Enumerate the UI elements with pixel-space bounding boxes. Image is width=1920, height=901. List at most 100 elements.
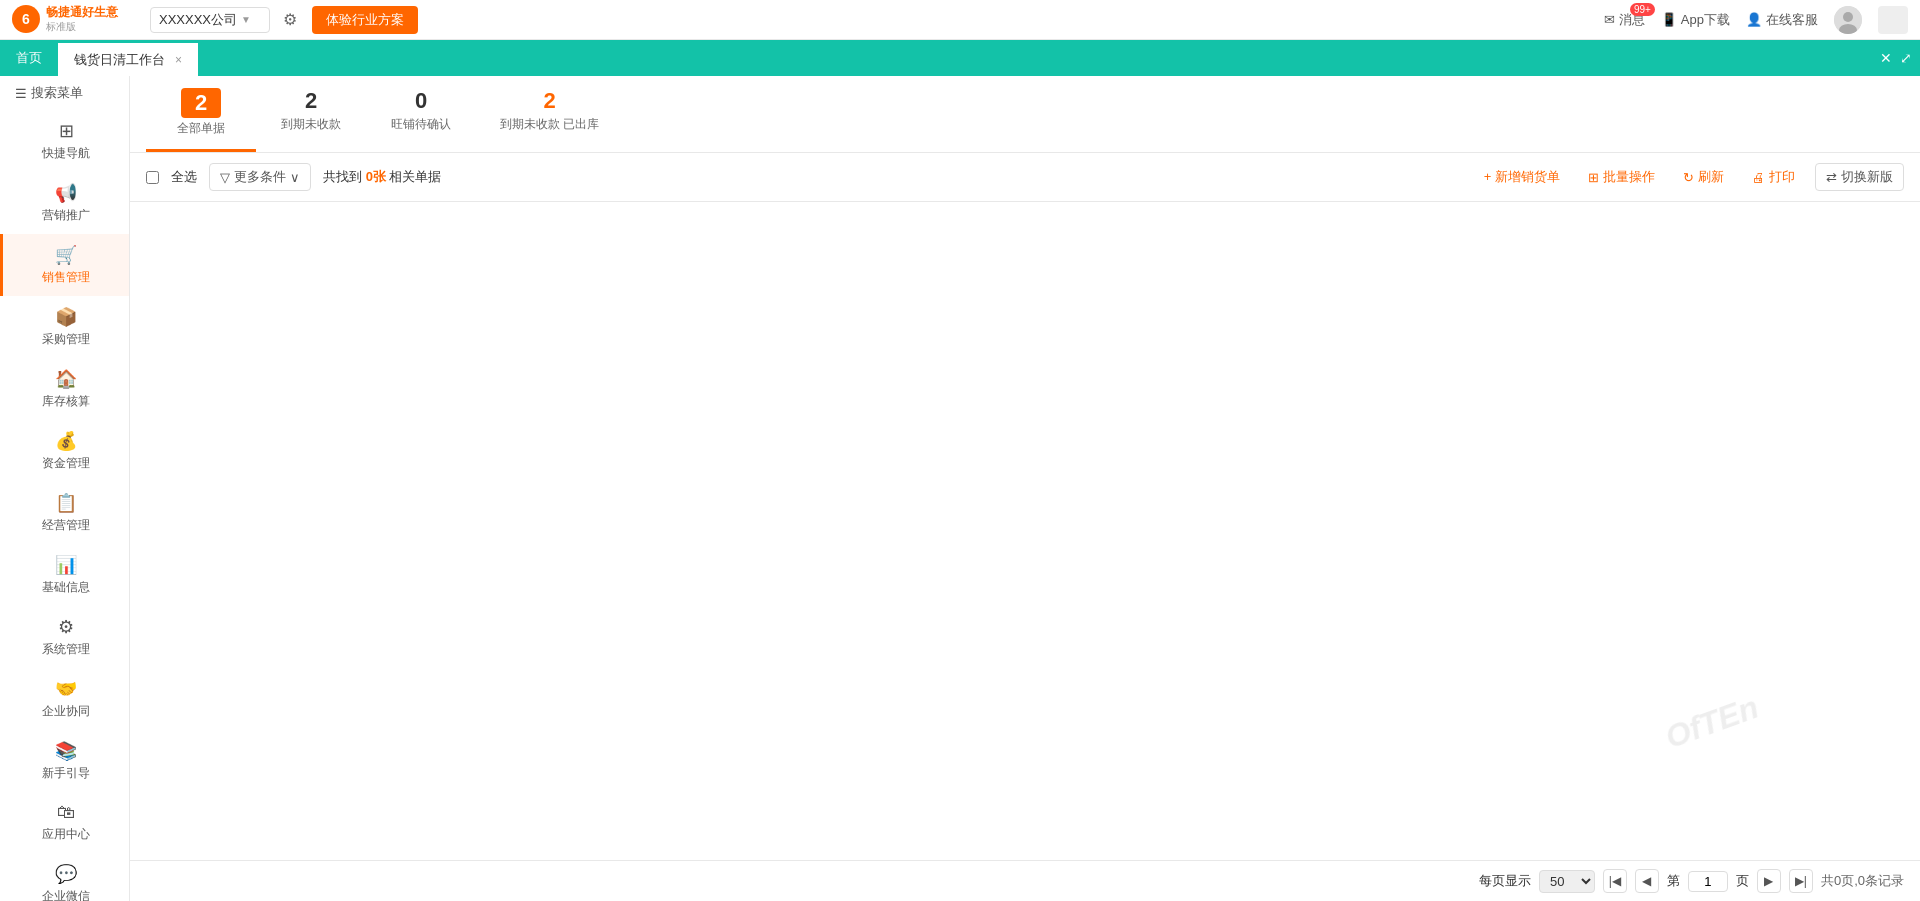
print-button[interactable]: 🖨 打印 xyxy=(1744,164,1803,190)
stat-num-pending: 0 xyxy=(415,88,427,114)
stat-label-overdue: 到期未收款 xyxy=(281,116,341,133)
sidebar-label-basic-info: 基础信息 xyxy=(42,579,90,596)
logo-text-area: 畅捷通好生意 标准版 xyxy=(46,5,118,33)
add-sales-order-button[interactable]: + 新增销货单 xyxy=(1476,164,1568,190)
page-suffix: 页 xyxy=(1736,872,1749,890)
online-service-action[interactable]: 👤 在线客服 xyxy=(1746,11,1818,29)
sidebar-item-inventory[interactable]: 🏠 库存核算 xyxy=(0,358,129,420)
enterprise-icon: 🤝 xyxy=(55,678,77,700)
batch-icon: ⊞ xyxy=(1588,170,1599,185)
sidebar-label-quick-nav: 快捷导航 xyxy=(42,145,90,162)
main-layout: ☰ 搜索菜单 ⊞ 快捷导航 📢 营销推广 🛒 销售管理 📦 采购管理 🏠 库存核… xyxy=(0,76,1920,901)
switch-icon: ⇄ xyxy=(1826,170,1837,185)
tab-home[interactable]: 首页 xyxy=(0,40,58,76)
sidebar-item-app-center[interactable]: 🛍 应用中心 xyxy=(0,792,129,853)
sidebar-item-weixin[interactable]: 💬 企业微信 xyxy=(0,853,129,901)
stat-num-overdue: 2 xyxy=(305,88,317,114)
select-all-checkbox[interactable] xyxy=(146,171,159,184)
sidebar-label-sales: 销售管理 xyxy=(42,269,90,286)
settings-button[interactable]: ⚙ xyxy=(276,6,304,34)
app-download-label: App下载 xyxy=(1681,11,1730,29)
page-input[interactable] xyxy=(1688,871,1728,892)
last-page-button[interactable]: ▶| xyxy=(1789,869,1813,893)
next-page-button[interactable]: ▶ xyxy=(1757,869,1781,893)
stat-num-all: 2 xyxy=(181,88,221,118)
total-text: 共0页,0条记录 xyxy=(1821,872,1904,890)
sidebar-label-operations: 经营管理 xyxy=(42,517,90,534)
sidebar-item-guide[interactable]: 📚 新手引导 xyxy=(0,730,129,792)
sidebar-label-weixin: 企业微信 xyxy=(42,888,90,901)
sidebar-label-purchase: 采购管理 xyxy=(42,331,90,348)
first-page-button[interactable]: |◀ xyxy=(1603,869,1627,893)
per-page-label: 每页显示 xyxy=(1479,872,1531,890)
avatar[interactable] xyxy=(1834,6,1862,34)
prev-page-button[interactable]: ◀ xyxy=(1635,869,1659,893)
finance-icon: 💰 xyxy=(55,430,77,452)
per-page-select[interactable]: 10 20 50 100 xyxy=(1539,870,1595,893)
sidebar-label-marketing: 营销推广 xyxy=(42,207,90,224)
table-area xyxy=(130,202,1920,860)
message-icon: ✉ xyxy=(1604,12,1615,27)
purchase-icon: 📦 xyxy=(55,306,77,328)
weixin-icon: 💬 xyxy=(55,863,77,885)
toolbar: 全选 ▽ 更多条件 ∨ 共找到 0张 相关单据 + 新增销货单 ⊞ 批量操作 ↻ xyxy=(130,153,1920,202)
inventory-icon: 🏠 xyxy=(55,368,77,390)
tab-close-icon[interactable]: × xyxy=(175,53,182,67)
logo-icon: 6 xyxy=(12,5,40,33)
select-all-label: 全选 xyxy=(171,168,197,186)
tab-bar-close-icon[interactable]: ✕ xyxy=(1880,50,1892,66)
refresh-icon: ↻ xyxy=(1683,170,1694,185)
stat-tab-pending[interactable]: 0 旺铺待确认 xyxy=(366,76,476,152)
trial-button[interactable]: 体验行业方案 xyxy=(312,6,418,34)
switch-version-button[interactable]: ⇄ 切换新版 xyxy=(1815,163,1904,191)
content-area: 2 全部单据 2 到期未收款 0 旺铺待确认 2 到期未收款 已出库 全选 ▽ … xyxy=(130,76,1920,901)
toolbar-right: + 新增销货单 ⊞ 批量操作 ↻ 刷新 🖨 打印 ⇄ 切换新版 xyxy=(1476,163,1904,191)
sidebar-item-sales[interactable]: 🛒 销售管理 xyxy=(0,234,129,296)
sidebar-item-enterprise[interactable]: 🤝 企业协同 xyxy=(0,668,129,730)
sidebar-item-quick-nav[interactable]: ⊞ 快捷导航 xyxy=(0,110,129,172)
stat-tab-overdue-shipped[interactable]: 2 到期未收款 已出库 xyxy=(476,76,623,152)
empty-state xyxy=(130,202,1920,860)
refresh-button[interactable]: ↻ 刷新 xyxy=(1675,164,1732,190)
system-icon: ⚙ xyxy=(58,616,74,638)
app-download-action[interactable]: 📱 App下载 xyxy=(1661,11,1730,29)
chevron-down-icon: ▼ xyxy=(241,14,251,25)
stat-label-overdue-shipped: 到期未收款 已出库 xyxy=(500,116,599,133)
stat-label-pending: 旺铺待确认 xyxy=(391,116,451,133)
search-menu-icon: ☰ xyxy=(15,86,27,101)
sidebar-item-finance[interactable]: 💰 资金管理 xyxy=(0,420,129,482)
sidebar-item-marketing[interactable]: 📢 营销推广 xyxy=(0,172,129,234)
found-text: 共找到 0张 相关单据 xyxy=(323,168,441,186)
quick-nav-icon: ⊞ xyxy=(59,120,74,142)
sidebar-label-enterprise: 企业协同 xyxy=(42,703,90,720)
found-count: 0张 xyxy=(366,169,386,184)
avatar-image xyxy=(1834,6,1862,34)
company-selector[interactable]: XXXXXX公司 ▼ xyxy=(150,7,270,33)
sidebar-item-system[interactable]: ⚙ 系统管理 xyxy=(0,606,129,668)
filter-label: 更多条件 xyxy=(234,168,286,186)
basic-info-icon: 📊 xyxy=(55,554,77,576)
message-action[interactable]: ✉ 消息 99+ xyxy=(1604,11,1645,29)
stat-num-overdue-shipped: 2 xyxy=(544,88,556,114)
sidebar-label-inventory: 库存核算 xyxy=(42,393,90,410)
stat-tab-overdue[interactable]: 2 到期未收款 xyxy=(256,76,366,152)
search-menu[interactable]: ☰ 搜索菜单 xyxy=(0,76,129,110)
header-right: ✉ 消息 99+ 📱 App下载 👤 在线客服 xyxy=(1604,6,1908,34)
sales-icon: 🛒 xyxy=(55,244,77,266)
sidebar-label-app-center: 应用中心 xyxy=(42,826,90,843)
more-filter-button[interactable]: ▽ 更多条件 ∨ xyxy=(209,163,311,191)
sidebar-item-operations[interactable]: 📋 经营管理 xyxy=(0,482,129,544)
company-name: XXXXXX公司 xyxy=(159,11,237,29)
message-badge: 99+ xyxy=(1630,3,1655,16)
svg-point-1 xyxy=(1843,12,1853,22)
filter-icon: ▽ xyxy=(220,170,230,185)
batch-operation-button[interactable]: ⊞ 批量操作 xyxy=(1580,164,1663,190)
stat-tab-all[interactable]: 2 全部单据 xyxy=(146,76,256,152)
sidebar-item-purchase[interactable]: 📦 采购管理 xyxy=(0,296,129,358)
tab-bar-actions: ✕ ⤢ xyxy=(1880,40,1920,76)
search-menu-label: 搜索菜单 xyxy=(31,84,83,102)
tab-bar-expand-icon[interactable]: ⤢ xyxy=(1900,50,1912,66)
sidebar-item-basic-info[interactable]: 📊 基础信息 xyxy=(0,544,129,606)
tab-active[interactable]: 钱货日清工作台 × xyxy=(58,40,198,76)
operations-icon: 📋 xyxy=(55,492,77,514)
